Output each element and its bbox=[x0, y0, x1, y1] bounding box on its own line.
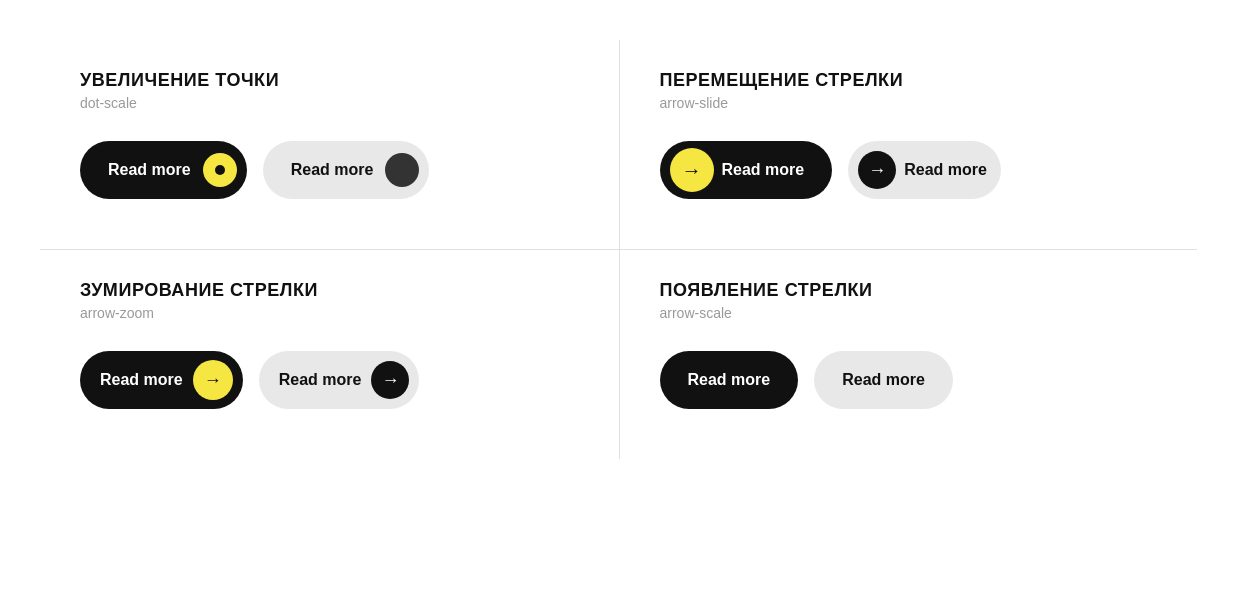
section-title-arrow-slide: ПЕРЕМЕЩЕНИЕ СТРЕЛКИ bbox=[660, 70, 1158, 91]
section-subtitle-dot-scale: dot-scale bbox=[80, 95, 579, 111]
buttons-row-dot-scale: Read more Read more bbox=[80, 141, 579, 199]
btn-arrow-zoom-light-label: Read more bbox=[279, 371, 362, 389]
btn-arrow-slide-light-label: Read more bbox=[904, 161, 987, 179]
section-dot-scale: УВЕЛИЧЕНИЕ ТОЧКИ dot-scale Read more Rea… bbox=[40, 40, 619, 249]
section-subtitle-arrow-scale: arrow-scale bbox=[660, 305, 1158, 321]
btn-arrow-scale-dark[interactable]: Read more bbox=[660, 351, 799, 409]
btn-arrow-slide-dark-label: Read more bbox=[722, 161, 805, 179]
buttons-row-arrow-scale: Read more Read more bbox=[660, 351, 1158, 409]
btn-dot-scale-light-label: Read more bbox=[291, 161, 374, 179]
section-title-arrow-zoom: ЗУМИРОВАНИЕ СТРЕЛКИ bbox=[80, 280, 579, 301]
buttons-row-arrow-zoom: Read more → Read more → bbox=[80, 351, 579, 409]
btn-arrow-scale-light[interactable]: Read more bbox=[814, 351, 953, 409]
section-arrow-scale: ПОЯВЛЕНИЕ СТРЕЛКИ arrow-scale Read more … bbox=[619, 250, 1198, 459]
section-arrow-zoom: ЗУМИРОВАНИЕ СТРЕЛКИ arrow-zoom Read more… bbox=[40, 250, 619, 459]
btn-arrow-zoom-dark[interactable]: Read more → bbox=[80, 351, 243, 409]
btn-arrow-slide-light[interactable]: → Read more bbox=[848, 141, 1001, 199]
section-title-dot-scale: УВЕЛИЧЕНИЕ ТОЧКИ bbox=[80, 70, 579, 91]
btn-arrow-scale-light-label: Read more bbox=[842, 371, 925, 389]
section-subtitle-arrow-slide: arrow-slide bbox=[660, 95, 1158, 111]
btn-arrow-scale-dark-label: Read more bbox=[688, 371, 771, 389]
dot-dark-icon bbox=[385, 153, 419, 187]
section-subtitle-arrow-zoom: arrow-zoom bbox=[80, 305, 579, 321]
btn-dot-scale-light[interactable]: Read more bbox=[263, 141, 430, 199]
arrow-yellow-icon: → bbox=[670, 148, 714, 192]
btn-arrow-slide-dark[interactable]: → Read more bbox=[660, 141, 833, 199]
dot-inner-icon bbox=[215, 165, 225, 175]
btn-arrow-zoom-light[interactable]: Read more → bbox=[259, 351, 420, 409]
arrow-zoom-dark-icon: → bbox=[371, 361, 409, 399]
btn-dot-scale-dark-label: Read more bbox=[108, 161, 191, 179]
section-title-arrow-scale: ПОЯВЛЕНИЕ СТРЕЛКИ bbox=[660, 280, 1158, 301]
dot-yellow-icon bbox=[203, 153, 237, 187]
btn-arrow-zoom-dark-label: Read more bbox=[100, 371, 183, 389]
arrow-dark-icon: → bbox=[858, 151, 896, 189]
buttons-row-arrow-slide: → Read more → Read more bbox=[660, 141, 1158, 199]
btn-dot-scale-dark[interactable]: Read more bbox=[80, 141, 247, 199]
arrow-zoom-yellow-icon: → bbox=[193, 360, 233, 400]
main-grid: УВЕЛИЧЕНИЕ ТОЧКИ dot-scale Read more Rea… bbox=[40, 40, 1197, 459]
section-arrow-slide: ПЕРЕМЕЩЕНИЕ СТРЕЛКИ arrow-slide → Read m… bbox=[619, 40, 1198, 249]
